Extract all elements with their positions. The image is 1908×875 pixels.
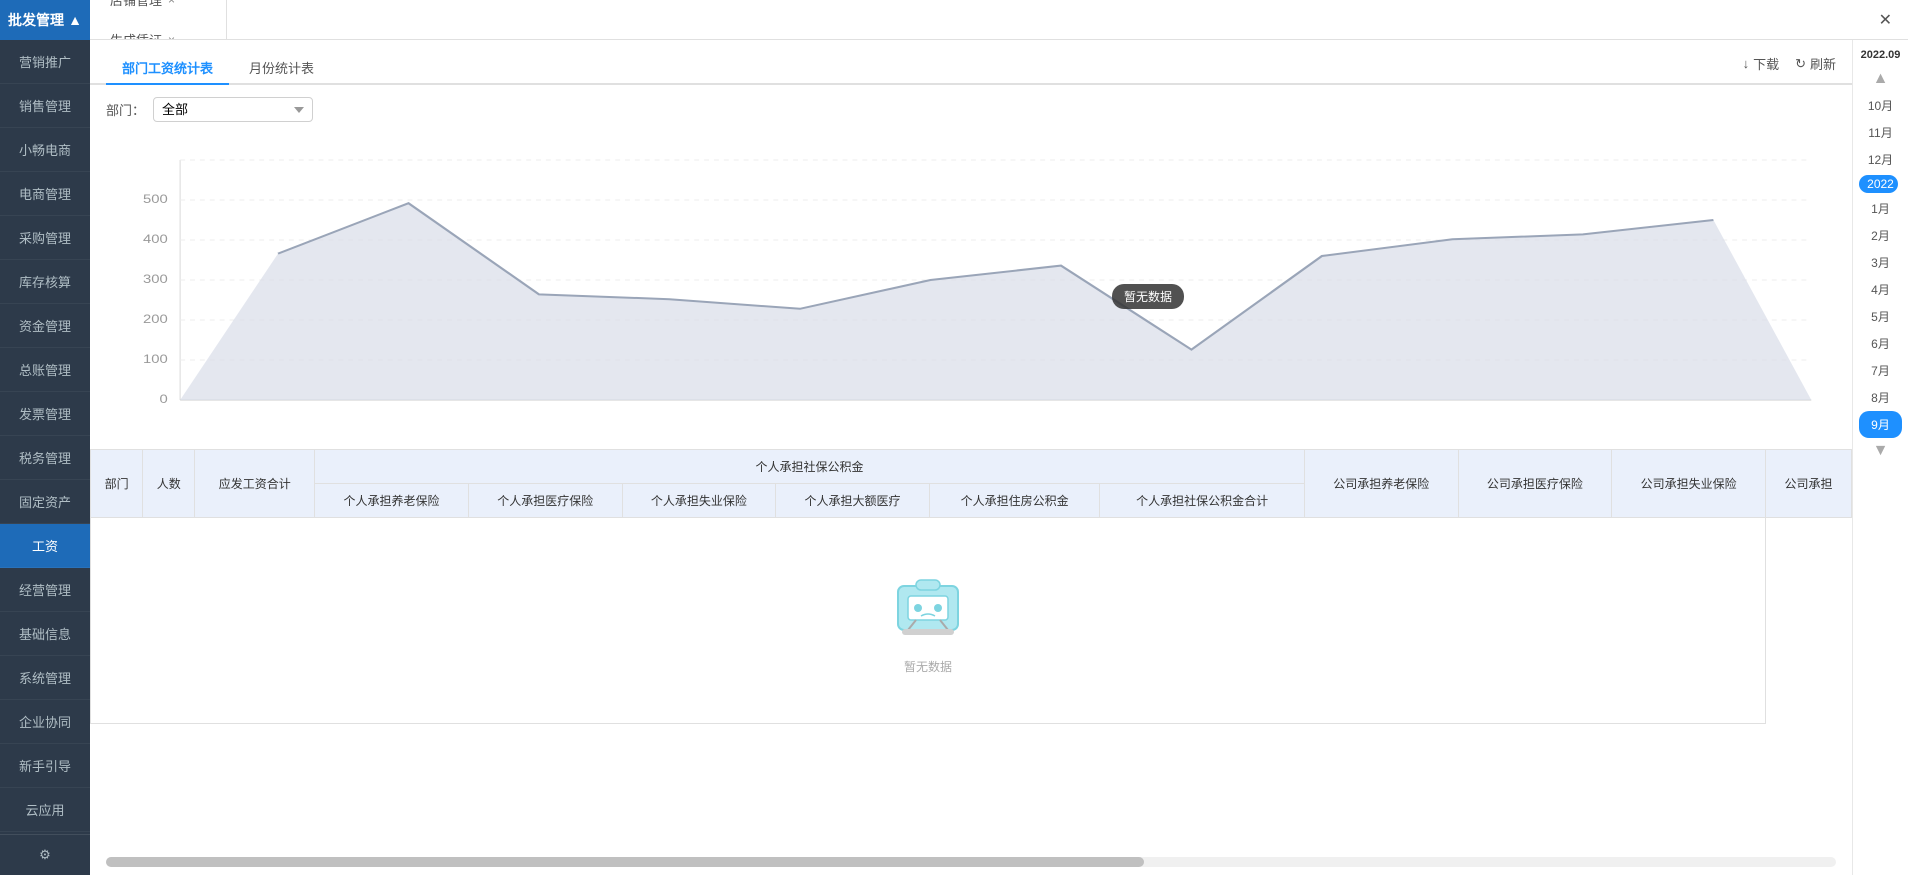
tab-bar-close-all[interactable]: ✕ [1879, 10, 1892, 30]
timeline-month-12月[interactable]: 12月 [1859, 146, 1902, 173]
sidebar-item-xitong[interactable]: 系统管理 [0, 656, 90, 700]
sidebar-items: 营销推广销售管理小畅电商电商管理采购管理库存核算资金管理总账管理发票管理税务管理… [0, 40, 90, 832]
empty-icon [888, 566, 968, 646]
refresh-action[interactable]: ↻ 刷新 [1795, 54, 1836, 73]
timeline-down-nav[interactable]: ▼ [1853, 438, 1908, 464]
tab-close-store[interactable]: × [168, 0, 175, 7]
timeline-current-date[interactable]: 2022.09 [1853, 44, 1908, 66]
sub-tab-bar: 部门工资统计表月份统计表 ↓ 下载 ↻ 刷新 [90, 40, 1852, 85]
col-personal-housing: 个人承担住房公积金 [929, 484, 1100, 518]
sidebar-toggle-icon: ▲ [68, 12, 82, 28]
sidebar-item-gongzi[interactable]: 工资 [0, 524, 90, 568]
sidebar-item-shuiwu[interactable]: 税务管理 [0, 436, 90, 480]
sidebar-item-qiye[interactable]: 企业协同 [0, 700, 90, 744]
timeline-panel: 2022.09 ▲ 10月11月12月 2022 1月2月3月4月5月6月7月8月9… [1852, 40, 1908, 875]
refresh-label: 刷新 [1810, 54, 1836, 73]
table-wrapper: 部门 人数 应发工资合计 个人承担社保公积金 公司承担养老保险 公司承担医疗保险… [90, 449, 1852, 857]
sidebar-footer[interactable]: ⚙ [0, 834, 90, 875]
dept-filter-select[interactable]: 全部行政部财务部销售部技术部 [153, 97, 313, 122]
timeline-month-5月[interactable]: 5月 [1859, 303, 1902, 330]
tab-bar: 首页门店商品目录×销货单×店铺管理×生成凭证×应收应付调整单×工资表×工资统计报… [90, 0, 1908, 40]
horizontal-scrollbar[interactable] [106, 857, 1836, 867]
timeline-month-9月[interactable]: 9月 [1859, 411, 1902, 438]
download-label: 下载 [1753, 54, 1779, 73]
sidebar-item-xiaochang[interactable]: 小畅电商 [0, 128, 90, 172]
svg-text:300: 300 [143, 272, 168, 285]
sidebar-item-kucun[interactable]: 库存核算 [0, 260, 90, 304]
col-company-pension: 公司承担养老保险 [1304, 450, 1458, 518]
sub-tab-dept[interactable]: 部门工资统计表 [106, 52, 229, 85]
col-count: 人数 [143, 450, 195, 518]
tab-close-produce[interactable]: × [168, 33, 175, 41]
timeline-month-2月[interactable]: 2月 [1859, 222, 1902, 249]
col-personal-group: 个人承担社保公积金 [315, 450, 1305, 484]
timeline-month-8月[interactable]: 8月 [1859, 384, 1902, 411]
sidebar-item-fapiao[interactable]: 发票管理 [0, 392, 90, 436]
sidebar-item-gudingzichan[interactable]: 固定资产 [0, 480, 90, 524]
empty-text: 暂无数据 [904, 658, 952, 675]
col-dept: 部门 [91, 450, 143, 518]
dept-filter-label: 部门： [106, 100, 145, 119]
sidebar-item-caigou[interactable]: 采购管理 [0, 216, 90, 260]
col-personal-medical: 个人承担医疗保险 [468, 484, 622, 518]
col-personal-pension: 个人承担养老保险 [315, 484, 469, 518]
timeline-month-7月[interactable]: 7月 [1859, 357, 1902, 384]
main-area: 首页门店商品目录×销货单×店铺管理×生成凭证×应收应付调整单×工资表×工资统计报… [90, 0, 1908, 875]
col-total-salary: 应发工资合计 [195, 450, 315, 518]
col-personal-unemployment: 个人承担失业保险 [622, 484, 776, 518]
settings-icon: ⚙ [39, 847, 51, 862]
timeline-items: 10月11月12月 2022 1月2月3月4月5月6月7月8月9月 [1859, 92, 1902, 438]
col-personal-total: 个人承担社保公积金合计 [1100, 484, 1304, 518]
sidebar-title: 批发管理 [8, 10, 64, 30]
sidebar-item-xiaoshou[interactable]: 销售管理 [0, 84, 90, 128]
svg-text:500: 500 [143, 192, 168, 205]
col-company-unemployment: 公司承担失业保险 [1612, 450, 1766, 518]
sidebar-item-zijin[interactable]: 资金管理 [0, 304, 90, 348]
timeline-month-3月[interactable]: 3月 [1859, 249, 1902, 276]
tab-store[interactable]: 店铺管理× [98, 0, 227, 20]
svg-text:200: 200 [143, 312, 168, 325]
timeline-month-4月[interactable]: 4月 [1859, 276, 1902, 303]
sub-tab-left: 部门工资统计表月份统计表 [106, 52, 330, 83]
download-icon: ↓ [1743, 56, 1750, 71]
timeline-month-1月[interactable]: 1月 [1859, 195, 1902, 222]
svg-text:400: 400 [143, 232, 168, 245]
tab-produce[interactable]: 生成凭证× [98, 20, 227, 41]
sidebar-item-dianshang[interactable]: 电商管理 [0, 172, 90, 216]
timeline-month-10月[interactable]: 10月 [1859, 92, 1902, 119]
sub-tab-monthly[interactable]: 月份统计表 [233, 52, 330, 85]
sidebar-item-jingying[interactable]: 经营管理 [0, 568, 90, 612]
filter-bar: 部门： 全部行政部财务部销售部技术部 [90, 85, 1852, 134]
timeline-up-nav[interactable]: ▲ [1853, 66, 1908, 92]
sub-tab-actions: ↓ 下载 ↻ 刷新 [1743, 54, 1836, 81]
sidebar-item-xinshou[interactable]: 新手引导 [0, 744, 90, 788]
chart-area: 0 100 200 300 400 500 暂无数据 [90, 134, 1852, 449]
content-area: 部门工资统计表月份统计表 ↓ 下载 ↻ 刷新 部门： 全部行政部财务部销售部技术… [90, 40, 1908, 875]
timeline-month-6月[interactable]: 6月 [1859, 330, 1902, 357]
sidebar-item-jichu[interactable]: 基础信息 [0, 612, 90, 656]
empty-state: 暂无数据 [97, 526, 1759, 715]
timeline-month-11月[interactable]: 11月 [1859, 119, 1902, 146]
refresh-icon: ↻ [1795, 56, 1806, 72]
scrollbar-thumb [106, 857, 1144, 867]
sidebar-item-yingxiao[interactable]: 营销推广 [0, 40, 90, 84]
col-company-medical: 公司承担医疗保险 [1458, 450, 1612, 518]
sidebar-header[interactable]: 批发管理 ▲ [0, 0, 90, 40]
sidebar: 批发管理 ▲ 营销推广销售管理小畅电商电商管理采购管理库存核算资金管理总账管理发… [0, 0, 90, 875]
page-body: 部门工资统计表月份统计表 ↓ 下载 ↻ 刷新 部门： 全部行政部财务部销售部技术… [90, 40, 1852, 875]
salary-table: 部门 人数 应发工资合计 个人承担社保公积金 公司承担养老保险 公司承担医疗保险… [90, 449, 1852, 724]
svg-text:100: 100 [143, 352, 168, 365]
svg-text:0: 0 [160, 392, 168, 405]
timeline-year-2022[interactable]: 2022 [1859, 175, 1897, 193]
sidebar-item-yunyingyong[interactable]: 云应用 [0, 788, 90, 832]
tab-bar-right: ✕ [1871, 10, 1900, 30]
col-personal-major-medical: 个人承担大额医疗 [776, 484, 930, 518]
sidebar-item-zhangzhang[interactable]: 总账管理 [0, 348, 90, 392]
chart-svg: 0 100 200 300 400 500 [106, 150, 1836, 430]
col-company-other: 公司承担 [1765, 450, 1851, 518]
tab-items: 首页门店商品目录×销货单×店铺管理×生成凭证×应收应付调整单×工资表×工资统计报… [98, 0, 227, 40]
download-action[interactable]: ↓ 下载 [1743, 54, 1780, 73]
